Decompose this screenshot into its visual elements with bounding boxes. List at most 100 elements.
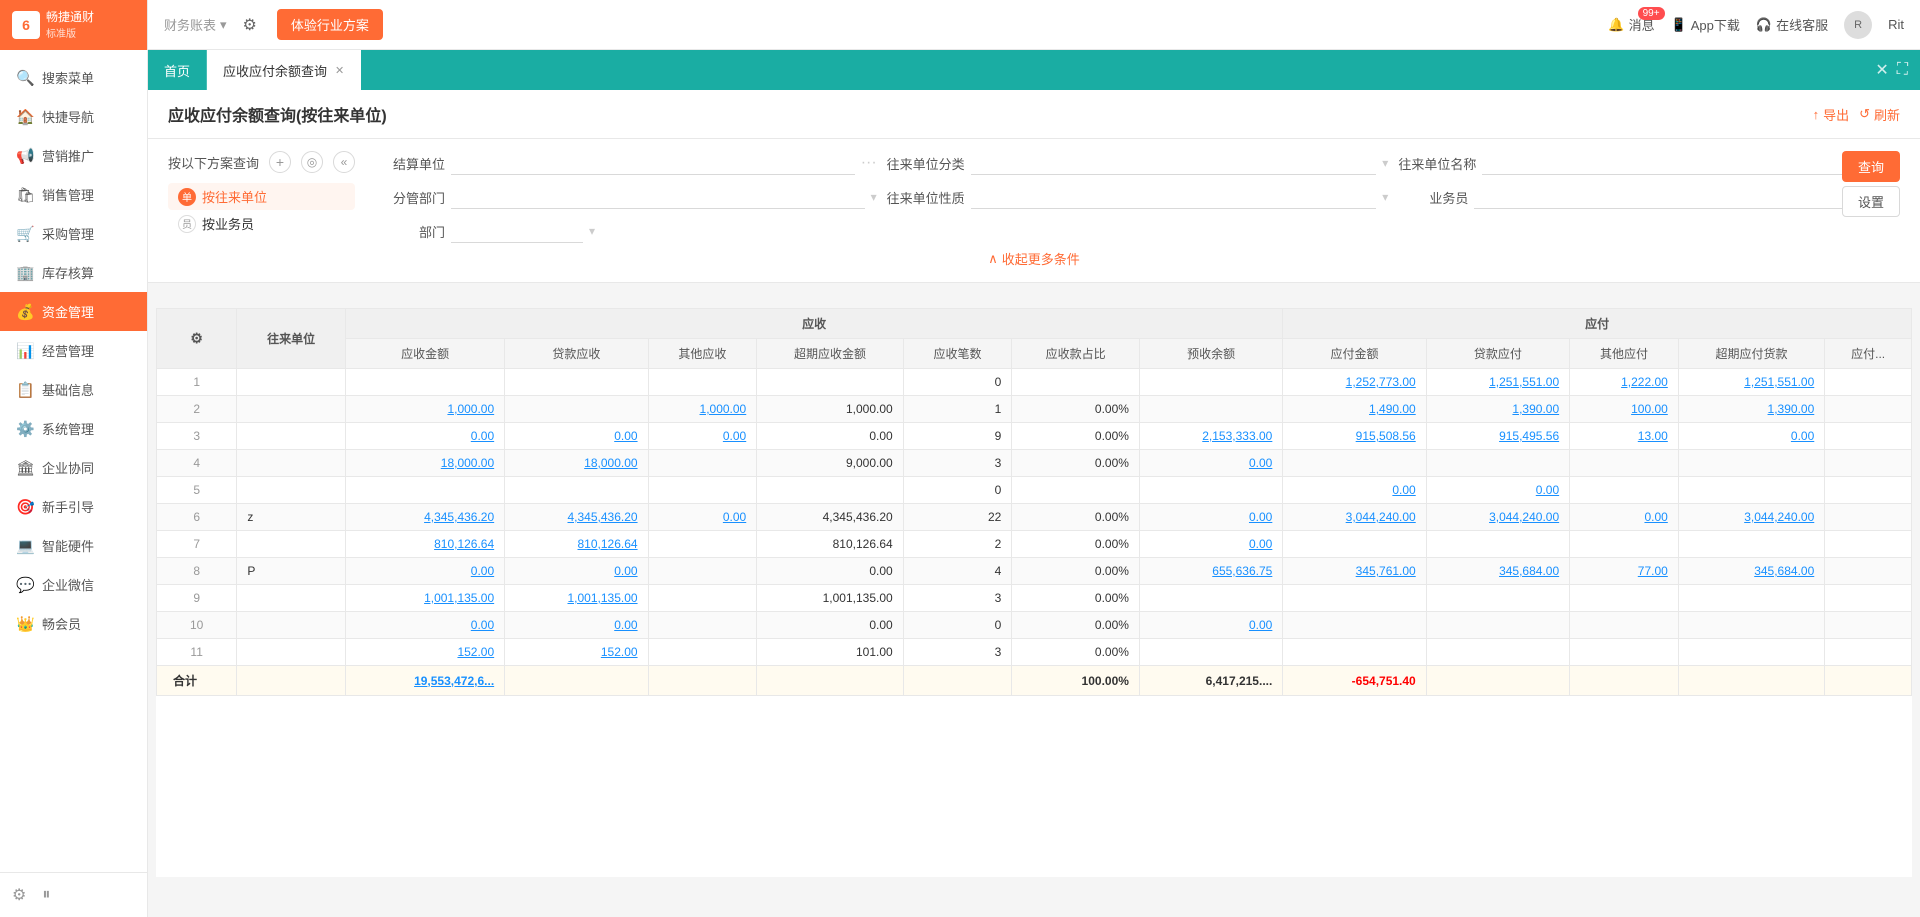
cell-link[interactable]: 0.00 <box>614 564 637 578</box>
table-cell[interactable]: 4,345,436.20 <box>346 504 505 531</box>
table-cell[interactable]: 0.00 <box>505 423 648 450</box>
cell-link[interactable]: 1,490.00 <box>1369 402 1416 416</box>
sidebar-item-finance[interactable]: 💰 资金管理 <box>0 292 147 331</box>
cell-link[interactable]: 0.00 <box>471 618 494 632</box>
cell-link[interactable]: 152.00 <box>601 645 638 659</box>
sidebar-item-sales[interactable]: 🛍 销售管理 <box>0 175 147 214</box>
cell-link[interactable]: 1,390.00 <box>1512 402 1559 416</box>
tab-ar-balance[interactable]: 应收应付余额查询 ✕ <box>207 50 361 90</box>
header-gear-icon[interactable]: ⚙ <box>243 15 257 35</box>
table-cell[interactable]: 810,126.64 <box>346 531 505 558</box>
cell-link[interactable]: 3,044,240.00 <box>1744 510 1814 524</box>
sidebar-item-search[interactable]: 🔍 搜索菜单 <box>0 58 147 97</box>
sidebar-item-base[interactable]: 📋 基础信息 <box>0 370 147 409</box>
table-cell[interactable]: 18,000.00 <box>346 450 505 477</box>
tab-close-window-icon[interactable]: ✕ <box>1875 60 1888 80</box>
cell-link[interactable]: 77.00 <box>1638 564 1668 578</box>
cell-link[interactable]: 3,044,240.00 <box>1346 510 1416 524</box>
sidebar-item-hardware[interactable]: 💻 智能硬件 <box>0 526 147 565</box>
sidebar-item-purchase[interactable]: 🛒 采购管理 <box>0 214 147 253</box>
cell-link[interactable]: 1,001,135.00 <box>567 591 637 605</box>
cell-link[interactable]: 0.00 <box>723 429 746 443</box>
table-cell[interactable]: 152.00 <box>346 639 505 666</box>
dept-input[interactable] <box>451 185 865 209</box>
scheme-by-salesman[interactable]: 员 按业务员 <box>168 210 355 237</box>
cell-link[interactable]: 0.00 <box>1249 537 1272 551</box>
cell-link[interactable]: 810,126.64 <box>578 537 638 551</box>
dept-chevron[interactable]: ▾ <box>871 190 877 204</box>
setting-button[interactable]: 设置 <box>1842 186 1900 217</box>
table-cell[interactable]: 1,222.00 <box>1570 369 1679 396</box>
cell-link[interactable]: 1,251,551.00 <box>1744 375 1814 389</box>
cell-link[interactable]: 0.00 <box>1249 456 1272 470</box>
table-cell[interactable]: 0.00 <box>1139 504 1282 531</box>
unit-category-chevron[interactable]: ▾ <box>1382 156 1388 170</box>
cell-link[interactable]: 0.00 <box>471 564 494 578</box>
cell-link[interactable]: 4,345,436.20 <box>567 510 637 524</box>
table-cell[interactable]: 1,390.00 <box>1426 396 1569 423</box>
settings-bottom-icon[interactable]: ⚙ <box>12 885 26 905</box>
table-cell[interactable]: 0.00 <box>346 423 505 450</box>
cell-link[interactable]: 0.00 <box>723 510 746 524</box>
table-cell[interactable]: 0.00 <box>1139 612 1282 639</box>
settlement-input[interactable] <box>451 151 855 175</box>
department-chevron[interactable]: ▾ <box>589 224 595 238</box>
unit-category-input[interactable] <box>971 151 1377 175</box>
table-cell[interactable]: 1,001,135.00 <box>505 585 648 612</box>
scheme-by-unit[interactable]: 单 按往来单位 <box>168 183 355 210</box>
cell-link[interactable]: 1,222.00 <box>1621 375 1668 389</box>
th-gear[interactable]: ⚙ <box>157 309 237 369</box>
salesman-input[interactable] <box>1474 185 1878 209</box>
cell-link[interactable]: 0.00 <box>1392 483 1415 497</box>
online-service-button[interactable]: 🎧 在线客服 <box>1756 15 1828 34</box>
cell-link[interactable]: 1,252,773.00 <box>1346 375 1416 389</box>
sidebar-item-operation[interactable]: 📊 经营管理 <box>0 331 147 370</box>
table-cell[interactable]: 77.00 <box>1570 558 1679 585</box>
table-cell[interactable]: 915,508.56 <box>1283 423 1426 450</box>
table-cell[interactable]: 915,495.56 <box>1426 423 1569 450</box>
cell-link[interactable]: 345,684.00 <box>1754 564 1814 578</box>
cell-link[interactable]: 152.00 <box>457 645 494 659</box>
table-cell[interactable]: 2,153,333.00 <box>1139 423 1282 450</box>
unit-nature-chevron[interactable]: ▾ <box>1382 190 1388 204</box>
filter-add-button[interactable]: + <box>269 151 291 173</box>
table-cell[interactable]: 0.00 <box>1426 477 1569 504</box>
table-cell[interactable]: 0.00 <box>1570 504 1679 531</box>
cell-link[interactable]: 0.00 <box>614 429 637 443</box>
filter-collapse-button[interactable]: « <box>333 151 355 173</box>
cell-link[interactable]: 1,251,551.00 <box>1489 375 1559 389</box>
table-cell[interactable]: 0.00 <box>346 612 505 639</box>
filter-more-button[interactable]: ∧ 收起更多条件 <box>168 243 1900 274</box>
table-cell[interactable]: 0.00 <box>648 504 757 531</box>
cell-link[interactable]: 2,153,333.00 <box>1202 429 1272 443</box>
cell-link[interactable]: 0.00 <box>614 618 637 632</box>
table-cell[interactable]: 1,490.00 <box>1283 396 1426 423</box>
tab-maximize-icon[interactable]: ⛶ <box>1897 61 1908 79</box>
cell-link[interactable]: 0.00 <box>1249 510 1272 524</box>
table-cell[interactable]: 1,252,773.00 <box>1283 369 1426 396</box>
query-button[interactable]: 查询 <box>1842 151 1900 182</box>
tab-home[interactable]: 首页 <box>148 50 207 90</box>
cell-link[interactable]: 1,000.00 <box>447 402 494 416</box>
table-cell[interactable]: 1,000.00 <box>346 396 505 423</box>
cell-link[interactable]: 0.00 <box>1791 429 1814 443</box>
table-cell[interactable]: 13.00 <box>1570 423 1679 450</box>
app-download-button[interactable]: 📱 App下载 <box>1671 15 1740 34</box>
cell-link[interactable]: 0.00 <box>471 429 494 443</box>
username[interactable]: Rit <box>1888 17 1904 32</box>
table-cell[interactable]: 1,251,551.00 <box>1678 369 1824 396</box>
cell-link[interactable]: 1,001,135.00 <box>424 591 494 605</box>
cell-link[interactable]: 810,126.64 <box>434 537 494 551</box>
notify-button[interactable]: 🔔 消息 99+ <box>1608 15 1654 34</box>
cell-link[interactable]: 915,508.56 <box>1356 429 1416 443</box>
collapse-bottom-icon[interactable]: ⏸ <box>42 886 50 904</box>
table-cell[interactable]: 345,684.00 <box>1678 558 1824 585</box>
cell-link[interactable]: 18,000.00 <box>441 456 494 470</box>
table-cell[interactable]: 810,126.64 <box>505 531 648 558</box>
cell-link[interactable]: 1,390.00 <box>1768 402 1815 416</box>
table-cell[interactable]: 0.00 <box>346 558 505 585</box>
table-cell[interactable]: 0.00 <box>1139 531 1282 558</box>
tab-close-icon[interactable]: ✕ <box>335 64 344 77</box>
cell-link[interactable]: 655,636.75 <box>1212 564 1272 578</box>
settlement-dots-icon[interactable]: ··· <box>861 154 877 172</box>
